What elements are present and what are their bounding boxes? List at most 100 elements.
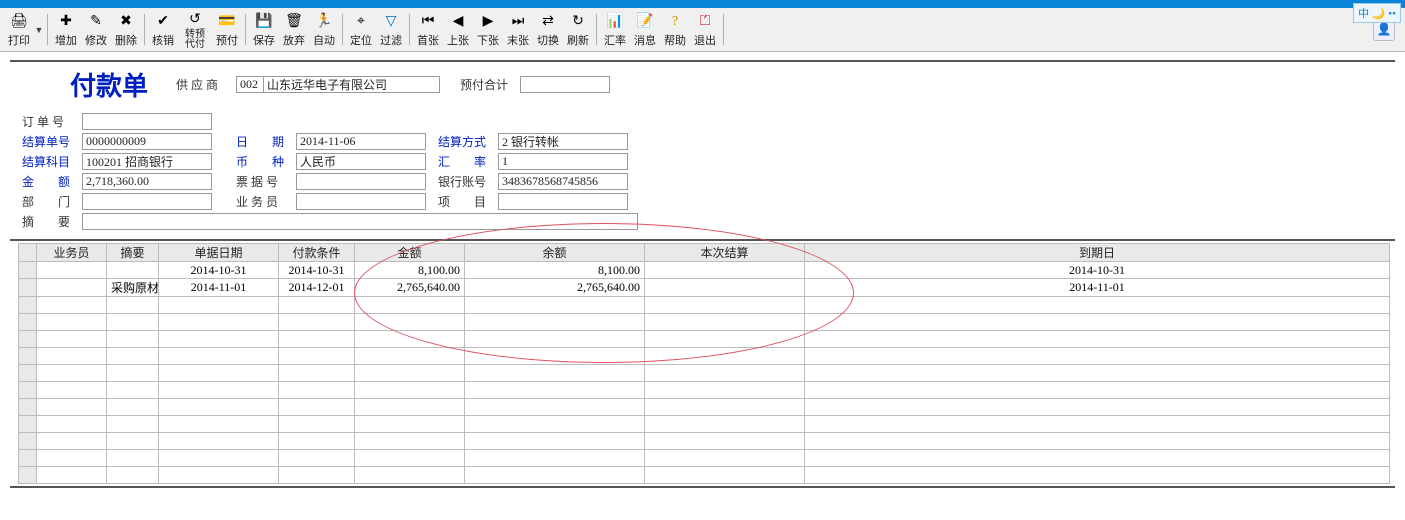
cell[interactable] [279, 433, 355, 450]
cell[interactable] [159, 450, 279, 467]
cell[interactable] [805, 365, 1390, 382]
billno-field[interactable] [296, 173, 426, 190]
cell[interactable] [37, 262, 107, 279]
cell[interactable] [465, 314, 645, 331]
cell[interactable] [107, 297, 159, 314]
col-amount[interactable]: 金额 [355, 244, 465, 262]
cell[interactable] [107, 331, 159, 348]
cell[interactable] [465, 433, 645, 450]
settle-mode-field[interactable]: 2 银行转帐 [498, 133, 628, 150]
cell[interactable] [645, 467, 805, 484]
exit-button[interactable]: ⏍退出 [690, 10, 720, 50]
cell[interactable] [645, 365, 805, 382]
cell[interactable] [279, 399, 355, 416]
cell[interactable] [279, 314, 355, 331]
cell[interactable] [805, 331, 1390, 348]
cell[interactable] [805, 314, 1390, 331]
cell[interactable] [37, 365, 107, 382]
order-no-field[interactable] [82, 113, 212, 130]
cell[interactable] [159, 382, 279, 399]
edit-button[interactable]: ✎修改 [81, 10, 111, 50]
prepay-button[interactable]: 💳预付 [212, 10, 242, 50]
cell[interactable] [465, 450, 645, 467]
cell[interactable] [805, 382, 1390, 399]
cell[interactable]: 8,100.00 [355, 262, 465, 279]
cell[interactable] [279, 331, 355, 348]
cell[interactable] [355, 433, 465, 450]
cell[interactable] [37, 382, 107, 399]
supplier-code[interactable]: 002 [236, 76, 264, 93]
cell[interactable]: 采购原材 [107, 279, 159, 297]
cell[interactable] [159, 416, 279, 433]
cell[interactable] [355, 416, 465, 433]
cell[interactable] [19, 450, 37, 467]
refresh-button[interactable]: ↻刷新 [563, 10, 593, 50]
cell[interactable]: 2014-11-01 [805, 279, 1390, 297]
cell[interactable] [279, 416, 355, 433]
cell[interactable] [465, 365, 645, 382]
table-row[interactable]: 2014-10-312014-10-318,100.008,100.002014… [19, 262, 1390, 279]
cell[interactable] [645, 262, 805, 279]
cell[interactable] [159, 365, 279, 382]
msg-button[interactable]: 📝消息 [630, 10, 660, 50]
cell[interactable] [159, 297, 279, 314]
cell[interactable] [107, 467, 159, 484]
cell[interactable] [805, 467, 1390, 484]
print-button[interactable]: 🖨打印 [4, 10, 34, 50]
cell[interactable] [355, 467, 465, 484]
cell[interactable] [19, 314, 37, 331]
cell[interactable] [159, 467, 279, 484]
cell[interactable] [355, 314, 465, 331]
delete-button[interactable]: ✖删除 [111, 10, 141, 50]
cell[interactable] [159, 314, 279, 331]
cell[interactable] [107, 433, 159, 450]
help-button[interactable]: ?帮助 [660, 10, 690, 50]
table-row[interactable] [19, 382, 1390, 399]
table-row[interactable] [19, 365, 1390, 382]
dept-field[interactable] [82, 193, 212, 210]
table-row[interactable] [19, 416, 1390, 433]
cell[interactable] [19, 348, 37, 365]
amount-field[interactable]: 2,718,360.00 [82, 173, 212, 190]
cell[interactable] [159, 433, 279, 450]
col-settle[interactable]: 本次结算 [645, 244, 805, 262]
table-row[interactable]: 采购原材2014-11-012014-12-012,765,640.002,76… [19, 279, 1390, 297]
cell[interactable] [107, 399, 159, 416]
last-button[interactable]: ⏭末张 [503, 10, 533, 50]
cell[interactable] [107, 416, 159, 433]
cell[interactable] [645, 433, 805, 450]
cell[interactable] [465, 399, 645, 416]
cell[interactable] [355, 365, 465, 382]
cell[interactable] [279, 450, 355, 467]
cell[interactable] [355, 297, 465, 314]
cell[interactable] [805, 450, 1390, 467]
sales-field[interactable] [296, 193, 426, 210]
cell[interactable] [37, 348, 107, 365]
cell[interactable] [279, 297, 355, 314]
cell[interactable] [37, 416, 107, 433]
summary-field[interactable] [82, 213, 638, 230]
cell[interactable]: 2,765,640.00 [465, 279, 645, 297]
col-balance[interactable]: 余额 [465, 244, 645, 262]
abandon-button[interactable]: 🗑放弃 [279, 10, 309, 50]
cell[interactable] [355, 399, 465, 416]
print-dropdown[interactable]: ▼ [34, 10, 44, 49]
cell[interactable] [19, 433, 37, 450]
cell[interactable] [37, 314, 107, 331]
cell[interactable] [37, 297, 107, 314]
table-row[interactable] [19, 297, 1390, 314]
cell[interactable] [107, 365, 159, 382]
add-button[interactable]: ✚增加 [51, 10, 81, 50]
cell[interactable]: 8,100.00 [465, 262, 645, 279]
col-terms[interactable]: 付款条件 [279, 244, 355, 262]
table-row[interactable] [19, 450, 1390, 467]
cell[interactable] [107, 314, 159, 331]
cell[interactable] [37, 450, 107, 467]
col-summary[interactable]: 摘要 [107, 244, 159, 262]
cell[interactable] [805, 297, 1390, 314]
cell[interactable] [37, 433, 107, 450]
col-date[interactable]: 单据日期 [159, 244, 279, 262]
first-button[interactable]: ⏮首张 [413, 10, 443, 50]
cell[interactable] [37, 279, 107, 297]
cell[interactable] [465, 331, 645, 348]
